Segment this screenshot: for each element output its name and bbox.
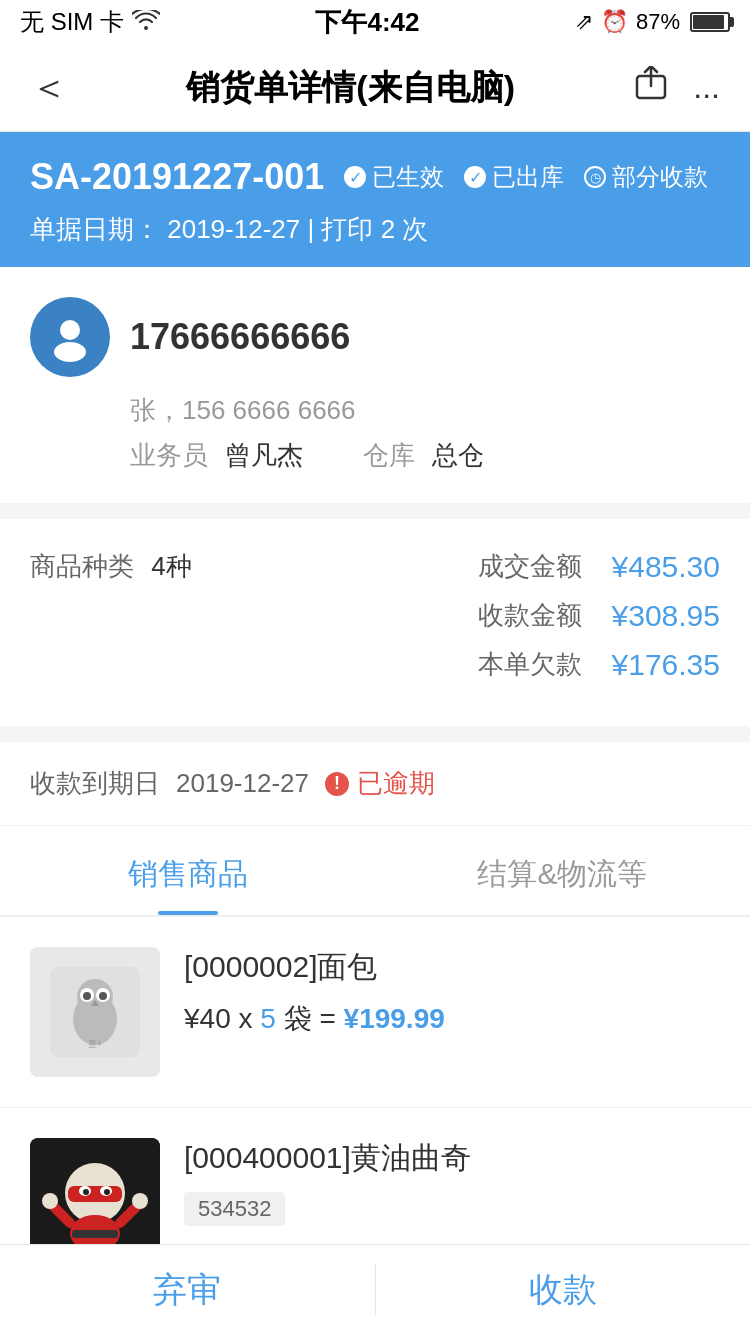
check-icon-2: ✓ [464, 166, 486, 188]
salesperson-value: 曾凡杰 [225, 440, 303, 470]
more-button[interactable]: ... [693, 69, 720, 106]
abandon-review-button[interactable]: 弃审 [0, 1247, 375, 1333]
payment-amount-row: 收款金额 ¥308.95 [478, 598, 720, 633]
svg-rect-25 [72, 1230, 118, 1238]
product-qty-1: 5 [260, 1003, 276, 1034]
status-left: 无 SIM 卡 [20, 6, 160, 38]
status-bar: 无 SIM 卡 下午4:42 ⇗ ⏰ 87% [0, 0, 750, 44]
collect-payment-button[interactable]: 收款 [376, 1247, 751, 1333]
customer-id: 17666666666 [130, 316, 350, 358]
check-icon-1: ✓ [344, 166, 366, 188]
transaction-amount-row: 成交金额 ¥485.30 [478, 549, 720, 584]
transaction-amount: ¥485.30 [612, 550, 720, 584]
bottom-action-bar: 弃审 收款 [0, 1244, 750, 1334]
customer-id-row: 17666666666 [30, 297, 720, 377]
product-types-label: 商品种类 [30, 551, 134, 581]
product-unit-1: 袋 [284, 1003, 312, 1034]
svg-point-24 [132, 1193, 148, 1209]
product-total-1: ¥199.99 [344, 1003, 445, 1034]
tab-sales-label: 销售商品 [128, 857, 248, 890]
due-date-label: 收款到期日 [30, 766, 160, 801]
svg-text:昱+: 昱+ [88, 1039, 102, 1049]
order-id: SA-20191227-001 [30, 156, 324, 198]
product-types-value: 4种 [151, 551, 191, 581]
svg-point-2 [60, 320, 80, 340]
product-separator-1: x [239, 1003, 261, 1034]
share-button[interactable] [633, 66, 669, 110]
tab-settlement[interactable]: 结算&物流等 [375, 826, 750, 915]
financial-stats: 成交金额 ¥485.30 收款金额 ¥308.95 本单欠款 ¥176.35 [478, 549, 720, 696]
status-right: ⇗ ⏰ 87% [575, 9, 730, 35]
svg-point-9 [83, 992, 91, 1000]
svg-point-23 [42, 1193, 58, 1209]
tabs-section: 销售商品 结算&物流等 [0, 826, 750, 917]
status-label-3: 部分收款 [612, 161, 708, 193]
order-id-row: SA-20191227-001 ✓ 已生效 ✓ 已出库 ◷ 部分收款 [30, 156, 720, 198]
order-date-row: 单据日期： 2019-12-27 | 打印 2 次 [30, 212, 720, 247]
clock-icon: ◷ [584, 166, 606, 188]
customer-section: 17666666666 张，156 6666 6666 业务员 曾凡杰 仓库 总… [0, 267, 750, 503]
svg-point-18 [83, 1189, 89, 1195]
order-header-banner: SA-20191227-001 ✓ 已生效 ✓ 已出库 ◷ 部分收款 单据日期：… [0, 132, 750, 267]
product-name-1: [0000002]面包 [184, 947, 720, 988]
customer-meta: 业务员 曾凡杰 仓库 总仓 [30, 438, 720, 473]
customer-avatar [30, 297, 110, 377]
overdue-badge: ! 已逾期 [325, 766, 435, 801]
status-delivered: ✓ 已出库 [464, 161, 564, 193]
overdue-label: 已逾期 [357, 766, 435, 801]
warehouse-value: 总仓 [432, 440, 484, 470]
status-time: 下午4:42 [315, 5, 419, 40]
product-item-1: 昱+ [0000002]面包 ¥40 x 5 袋 = ¥199.99 [0, 917, 750, 1108]
warehouse-field: 仓库 总仓 [363, 438, 484, 473]
nav-actions: ... [633, 66, 720, 110]
payment-label: 收款金额 [478, 598, 582, 633]
alarm-icon: ⏰ [601, 9, 628, 35]
battery-percent: 87% [636, 9, 680, 35]
status-partial-payment: ◷ 部分收款 [584, 161, 708, 193]
warehouse-label: 仓库 [363, 440, 415, 470]
battery-icon [690, 12, 730, 32]
transaction-label: 成交金额 [478, 549, 582, 584]
product-info-1: [0000002]面包 ¥40 x 5 袋 = ¥199.99 [184, 947, 720, 1038]
product-unit-price-1: ¥40 [184, 1003, 231, 1034]
svg-point-10 [99, 992, 107, 1000]
product-equals-1: = [319, 1003, 343, 1034]
svg-point-19 [104, 1189, 110, 1195]
page-title: 销货单详情(来自电脑) [186, 65, 515, 111]
nav-bar: ＜ 销货单详情(来自电脑) ... [0, 44, 750, 132]
payment-amount: ¥308.95 [612, 599, 720, 633]
status-label-1: 已生效 [372, 161, 444, 193]
product-types-field: 商品种类 4种 [30, 549, 192, 584]
product-price-1: ¥40 x 5 袋 = ¥199.99 [184, 1000, 720, 1038]
product-name-2: [000400001]黄油曲奇 [184, 1138, 720, 1179]
product-thumbnail-1: 昱+ [30, 947, 160, 1077]
carrier-label: 无 SIM 卡 [20, 6, 124, 38]
wifi-icon [132, 8, 160, 36]
product-sku-2: 534532 [184, 1192, 285, 1226]
stats-section: 商品种类 4种 成交金额 ¥485.30 收款金额 ¥308.95 本单欠款 ¥… [0, 519, 750, 726]
owed-label: 本单欠款 [478, 647, 582, 682]
tab-settlement-label: 结算&物流等 [477, 857, 647, 890]
back-button[interactable]: ＜ [30, 62, 68, 113]
due-date-section: 收款到期日 2019-12-27 ! 已逾期 [0, 742, 750, 826]
salesperson-label: 业务员 [130, 440, 208, 470]
svg-rect-15 [68, 1186, 122, 1202]
location-icon: ⇗ [575, 9, 593, 35]
tab-sales-products[interactable]: 销售商品 [0, 826, 375, 915]
date-label: 单据日期： [30, 214, 160, 244]
owed-amount: ¥176.35 [612, 648, 720, 682]
overdue-icon: ! [325, 772, 349, 796]
due-date-value: 2019-12-27 [176, 768, 309, 799]
status-label-2: 已出库 [492, 161, 564, 193]
status-activated: ✓ 已生效 [344, 161, 444, 193]
svg-point-3 [54, 342, 86, 362]
order-date: 2019-12-27 [167, 214, 300, 244]
owed-amount-row: 本单欠款 ¥176.35 [478, 647, 720, 682]
salesperson-field: 业务员 曾凡杰 [130, 438, 303, 473]
print-info: | 打印 2 次 [307, 214, 428, 244]
customer-contact: 张，156 6666 6666 [30, 393, 720, 428]
